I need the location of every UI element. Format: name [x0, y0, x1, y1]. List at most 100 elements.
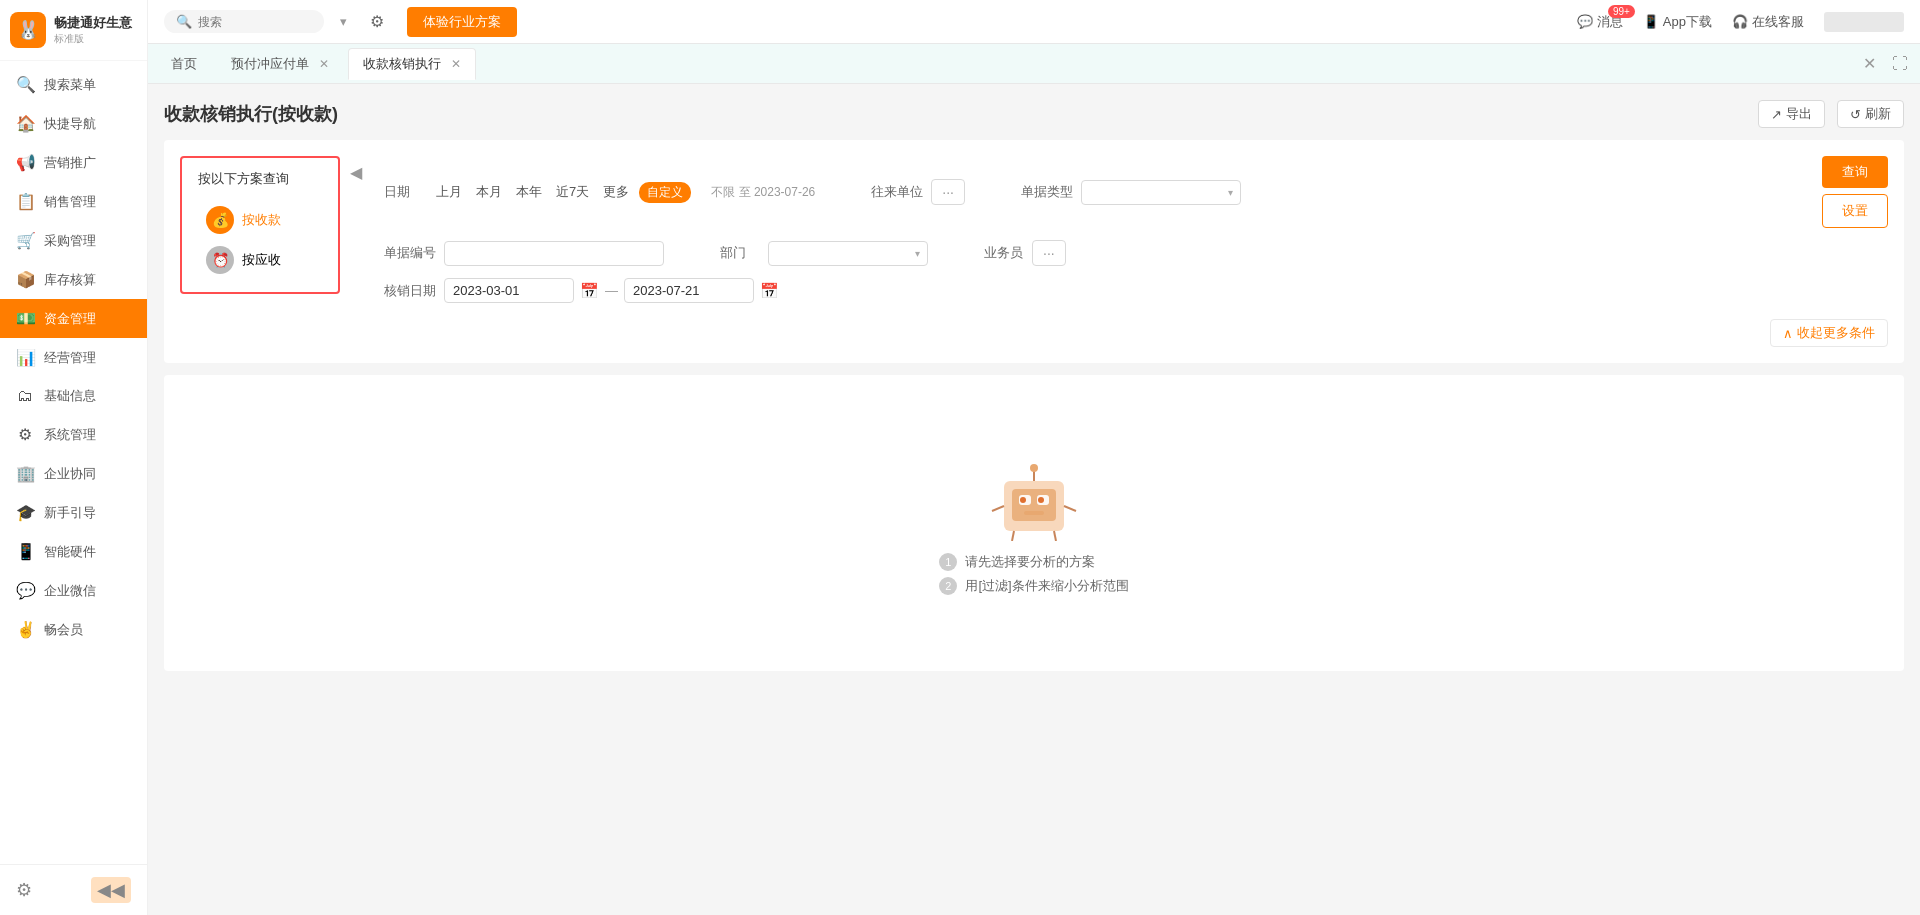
empty-state: 1 请先选择要分析的方案 2 用[过滤]条件来缩小分析范围 — [180, 391, 1888, 655]
guide-icon: 🎓 — [16, 503, 34, 522]
this-year-btn[interactable]: 本年 — [512, 181, 546, 203]
sidebar-item-enterprise[interactable]: 🏢 企业协同 — [0, 454, 147, 493]
export-icon: ↗ — [1771, 107, 1782, 122]
sidebar-item-marketing[interactable]: 📢 营销推广 — [0, 143, 147, 182]
more-date-btn[interactable]: 更多 — [599, 181, 633, 203]
verify-date-label: 核销日期 — [384, 282, 436, 300]
sidebar-item-inventory[interactable]: 📦 库存核算 — [0, 260, 147, 299]
verify-date-start-input[interactable] — [444, 278, 574, 303]
filter-left-title: 按以下方案查询 — [198, 170, 322, 188]
sidebar-item-purchase[interactable]: 🛒 采购管理 — [0, 221, 147, 260]
date-quick-buttons: 上月 本月 本年 近7天 更多 自定义 — [432, 181, 691, 203]
chevron-down-icon[interactable]: ▾ — [340, 14, 347, 29]
last-month-btn[interactable]: 上月 — [432, 181, 466, 203]
sidebar-item-wechat[interactable]: 💬 企业微信 — [0, 571, 147, 610]
collapse-scheme-panel-button[interactable]: ◀ — [344, 160, 368, 184]
filter-group-date: 日期 上月 本月 本年 近7天 更多 自定义 — [384, 181, 691, 203]
verify-date-end-calendar-icon[interactable]: 📅 — [760, 282, 779, 300]
sidebar-item-system[interactable]: ⚙ 系统管理 — [0, 415, 147, 454]
tip-num-2: 2 — [939, 577, 957, 595]
industry-solution-button[interactable]: 体验行业方案 — [407, 7, 517, 37]
this-month-btn[interactable]: 本月 — [472, 181, 506, 203]
filter-row-2: 单据编号 部门 ▾ 业务员 ··· — [384, 240, 1888, 266]
svg-line-11 — [1012, 531, 1014, 541]
prepay-tab-label: 预付冲应付单 — [231, 55, 309, 73]
counterparty-select-button[interactable]: ··· — [931, 179, 965, 205]
box-icon: 📦 — [16, 270, 34, 289]
tab-receipt[interactable]: 收款核销执行 ✕ — [348, 48, 476, 80]
topbar-gear-button[interactable]: ⚙ — [363, 8, 391, 36]
sidebar-item-basic[interactable]: 🗂 基础信息 — [0, 377, 147, 415]
wechat-icon: 💬 — [16, 581, 34, 600]
collapse-more-button[interactable]: ∧ 收起更多条件 — [1770, 319, 1888, 347]
page-content: 收款核销执行(按收款) ↗ 导出 ↺ 刷新 按以下方案查询 💰 — [148, 84, 1920, 915]
bill-type-select-wrapper: ▾ — [1081, 180, 1241, 205]
folder-icon: 🗂 — [16, 387, 34, 405]
receipt-scheme-icon: 💰 — [206, 206, 234, 234]
refresh-button[interactable]: ↺ 刷新 — [1837, 100, 1904, 128]
sidebar-item-hardware[interactable]: 📱 智能硬件 — [0, 532, 147, 571]
app-download-button[interactable]: 📱 App下载 — [1643, 13, 1712, 31]
last-7-days-btn[interactable]: 近7天 — [552, 181, 593, 203]
filter-group-bill-no: 单据编号 — [384, 241, 664, 266]
sidebar-item-capital[interactable]: 💵 资金管理 — [0, 299, 147, 338]
svg-point-8 — [1030, 464, 1038, 472]
svg-line-10 — [1064, 506, 1076, 511]
export-button[interactable]: ↗ 导出 — [1758, 100, 1825, 128]
dept-select-wrapper: ▾ — [768, 241, 928, 266]
settings-button[interactable]: 设置 — [1822, 194, 1888, 228]
filter-group-counterparty: 往来单位 ··· — [871, 179, 965, 205]
receipt-tab-label: 收款核销执行 — [363, 55, 441, 73]
message-button[interactable]: 💬 消息 99+ — [1577, 13, 1623, 31]
page-title: 收款核销执行(按收款) — [164, 102, 338, 126]
page-header: 收款核销执行(按收款) ↗ 导出 ↺ 刷新 — [164, 100, 1904, 128]
salesperson-select-button[interactable]: ··· — [1032, 240, 1066, 266]
filter-option-by-receipt[interactable]: 💰 按收款 — [198, 200, 322, 240]
member-icon: ✌ — [16, 620, 34, 639]
salesperson-label: 业务员 — [984, 244, 1024, 262]
close-all-tabs-icon[interactable]: ✕ — [1859, 50, 1880, 77]
topbar-search-input[interactable] — [198, 15, 298, 29]
svg-rect-6 — [1024, 511, 1044, 515]
tip-num-1: 1 — [939, 553, 957, 571]
page-actions: ↗ 导出 ↺ 刷新 — [1758, 100, 1904, 128]
filter-group-bill-type: 单据类型 ▾ — [1021, 180, 1241, 205]
tab-home[interactable]: 首页 — [156, 48, 212, 80]
cart-icon: 🛒 — [16, 231, 34, 250]
headset-icon: 🎧 — [1732, 14, 1748, 29]
custom-date-badge[interactable]: 自定义 — [639, 182, 691, 203]
filter-form: 日期 上月 本月 本年 近7天 更多 自定义 不限 至 2023-07-26 — [384, 156, 1888, 347]
sidebar-item-shortcut[interactable]: 🏠 快捷导航 — [0, 104, 147, 143]
receipt-tab-close[interactable]: ✕ — [451, 57, 461, 71]
collapse-sidebar-btn[interactable]: ◀◀ — [91, 877, 131, 903]
sidebar-item-member[interactable]: ✌ 畅会员 — [0, 610, 147, 649]
settings-icon[interactable]: ⚙ — [16, 879, 32, 901]
svg-point-5 — [1038, 497, 1044, 503]
customer-service-button[interactable]: 🎧 在线客服 — [1732, 13, 1804, 31]
money-icon: 💵 — [16, 309, 34, 328]
sidebar-item-sales[interactable]: 📋 销售管理 — [0, 182, 147, 221]
bill-no-input[interactable] — [444, 241, 664, 266]
sidebar-item-guide[interactable]: 🎓 新手引导 — [0, 493, 147, 532]
sidebar-item-operation[interactable]: 📊 经营管理 — [0, 338, 147, 377]
chart-icon: 📊 — [16, 348, 34, 367]
collapse-more-icon: ∧ — [1783, 326, 1793, 341]
dept-select[interactable] — [768, 241, 928, 266]
user-info[interactable] — [1824, 12, 1904, 32]
query-button[interactable]: 查询 — [1822, 156, 1888, 188]
prepay-tab-close[interactable]: ✕ — [319, 57, 329, 71]
verify-date-start-calendar-icon[interactable]: 📅 — [580, 282, 599, 300]
filter-option-by-receivable[interactable]: ⏰ 按应收 — [198, 240, 322, 280]
topbar-search-box[interactable]: 🔍 — [164, 10, 324, 33]
sidebar-item-search[interactable]: 🔍 搜索菜单 — [0, 65, 147, 104]
verify-date-end-input[interactable] — [624, 278, 754, 303]
expand-tabs-icon[interactable]: ⛶ — [1888, 51, 1912, 77]
svg-line-12 — [1054, 531, 1056, 541]
message-icon: 💬 — [1577, 14, 1593, 29]
bill-type-select[interactable] — [1081, 180, 1241, 205]
tab-prepay[interactable]: 预付冲应付单 ✕ — [216, 48, 344, 80]
filter-row-3: 核销日期 📅 — 📅 — [384, 278, 1888, 303]
content-card: 1 请先选择要分析的方案 2 用[过滤]条件来缩小分析范围 — [164, 375, 1904, 671]
home-tab-label: 首页 — [171, 55, 197, 73]
bill-no-label: 单据编号 — [384, 244, 436, 262]
